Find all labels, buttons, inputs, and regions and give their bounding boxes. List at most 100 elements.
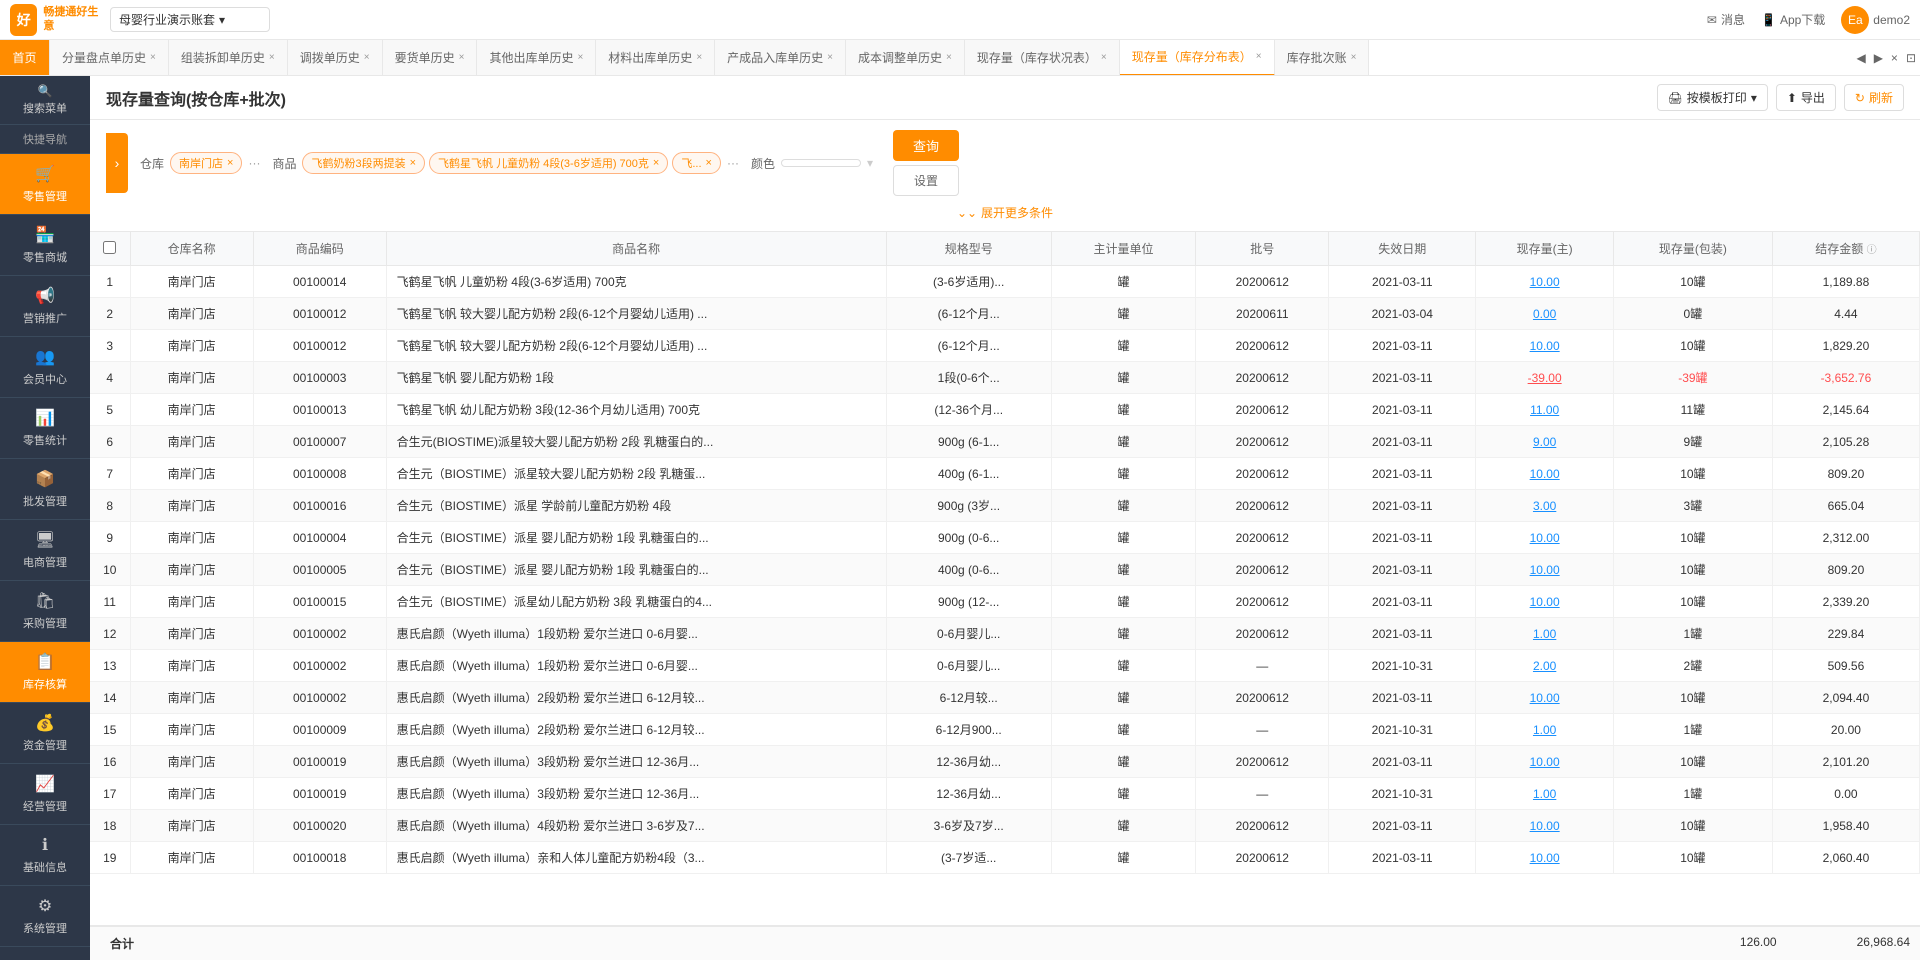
cell-qty-main[interactable]: -39.00 xyxy=(1476,362,1614,394)
qty-main-link[interactable]: -39.00 xyxy=(1528,371,1562,385)
close-icon[interactable]: × xyxy=(1256,51,1262,62)
qty-main-link[interactable]: 1.00 xyxy=(1533,787,1556,801)
cell-qty-main[interactable]: 3.00 xyxy=(1476,490,1614,522)
cell-qty-main[interactable]: 10.00 xyxy=(1476,522,1614,554)
tab-xiancun1[interactable]: 现存量（库存状况表）× xyxy=(965,40,1120,76)
sidebar-item-inventory[interactable]: 📋 库存核算 xyxy=(0,642,90,703)
sidebar-item-basic[interactable]: ℹ 基础信息 xyxy=(0,825,90,886)
product-more-icon[interactable]: ··· xyxy=(727,156,739,170)
qty-main-link[interactable]: 3.00 xyxy=(1533,499,1556,513)
cell-qty-main[interactable]: 10.00 xyxy=(1476,842,1614,874)
cell-qty-main[interactable]: 10.00 xyxy=(1476,810,1614,842)
product-tag-2[interactable]: 飞鹤星飞帆 儿童奶粉 4段(3-6岁适用) 700克 × xyxy=(429,152,668,174)
tab-close-all-btn[interactable]: × xyxy=(1887,51,1902,65)
tab-menu-btn[interactable]: ⊡ xyxy=(1902,51,1920,65)
product-tag-1[interactable]: 飞鹤奶粉3段两提装 × xyxy=(302,152,425,174)
amount-info-icon[interactable]: ⓘ xyxy=(1867,245,1877,256)
cell-qty-main[interactable]: 10.00 xyxy=(1476,554,1614,586)
qty-main-link[interactable]: 10.00 xyxy=(1530,819,1560,833)
sidebar-item-retail-stats[interactable]: 📊 零售统计 xyxy=(0,398,90,459)
sidebar-item-retail-mgmt[interactable]: 🛒 零售管理 xyxy=(0,154,90,215)
qty-main-link[interactable]: 10.00 xyxy=(1530,691,1560,705)
sidebar-item-marketing[interactable]: 📢 营销推广 xyxy=(0,276,90,337)
cell-qty-main[interactable]: 10.00 xyxy=(1476,682,1614,714)
cell-qty-main[interactable]: 0.00 xyxy=(1476,298,1614,330)
warehouse-more-icon[interactable]: ··· xyxy=(248,156,260,170)
qty-main-link[interactable]: 0.00 xyxy=(1533,307,1556,321)
tab-yaohuo[interactable]: 要货单历史 × xyxy=(383,40,478,76)
cell-qty-main[interactable]: 1.00 xyxy=(1476,714,1614,746)
close-icon[interactable]: × xyxy=(1351,52,1357,63)
qty-main-link[interactable]: 11.00 xyxy=(1530,403,1559,417)
cell-qty-main[interactable]: 1.00 xyxy=(1476,778,1614,810)
qty-main-link[interactable]: 9.00 xyxy=(1533,435,1556,449)
product-close-icon-1[interactable]: × xyxy=(410,157,416,169)
tab-prev-btn[interactable]: ◀ xyxy=(1852,51,1869,65)
template-print-btn[interactable]: 🖨 按模板打印 ▾ xyxy=(1657,84,1768,111)
cell-qty-main[interactable]: 9.00 xyxy=(1476,426,1614,458)
cell-qty-main[interactable]: 2.00 xyxy=(1476,650,1614,682)
tab-chanru[interactable]: 产成品入库单历史 × xyxy=(715,40,846,76)
cell-qty-main[interactable]: 10.00 xyxy=(1476,266,1614,298)
qty-main-link[interactable]: 10.00 xyxy=(1530,851,1560,865)
sidebar-item-operation[interactable]: 📈 经营管理 xyxy=(0,764,90,825)
product-tag-3[interactable]: 飞... × xyxy=(672,152,721,174)
select-all-checkbox[interactable] xyxy=(103,241,116,254)
qty-main-link[interactable]: 10.00 xyxy=(1530,595,1560,609)
sidebar-item-ecommerce[interactable]: 🖥 电商管理 xyxy=(0,520,90,581)
tab-next-btn[interactable]: ▶ xyxy=(1870,51,1887,65)
cell-qty-main[interactable]: 10.00 xyxy=(1476,746,1614,778)
close-icon[interactable]: × xyxy=(150,52,156,63)
sidebar-item-member[interactable]: 👥 会员中心 xyxy=(0,337,90,398)
tab-pici[interactable]: 库存批次账 × xyxy=(1275,40,1370,76)
tab-chengben[interactable]: 成本调整单历史 × xyxy=(846,40,965,76)
sidebar-item-collab[interactable]: 🤝 企业协同 xyxy=(0,947,90,960)
tab-fenliang[interactable]: 分量盘点单历史 × xyxy=(50,40,169,76)
product-close-icon-2[interactable]: × xyxy=(653,157,659,169)
qty-main-link[interactable]: 10.00 xyxy=(1530,339,1560,353)
tab-qitachu[interactable]: 其他出库单历史 × xyxy=(477,40,596,76)
tab-home[interactable]: 首页 xyxy=(0,40,50,76)
qty-main-link[interactable]: 1.00 xyxy=(1533,723,1556,737)
sidebar-quick-nav[interactable]: 快捷导航 xyxy=(0,125,90,154)
product-close-icon-3[interactable]: × xyxy=(706,157,712,169)
close-icon[interactable]: × xyxy=(269,52,275,63)
cell-qty-main[interactable]: 1.00 xyxy=(1476,618,1614,650)
cell-qty-main[interactable]: 10.00 xyxy=(1476,586,1614,618)
cell-qty-main[interactable]: 11.00 xyxy=(1476,394,1614,426)
sidebar-item-system[interactable]: ⚙ 系统管理 xyxy=(0,886,90,947)
sidebar-item-wholesale[interactable]: 📦 批发管理 xyxy=(0,459,90,520)
sidebar-item-purchase[interactable]: 🛍 采购管理 xyxy=(0,581,90,642)
query-btn[interactable]: 查询 xyxy=(893,130,959,161)
tab-cailiaochu[interactable]: 材料出库单历史 × xyxy=(596,40,715,76)
setting-btn[interactable]: 设置 xyxy=(893,165,959,196)
org-selector[interactable]: 母婴行业演示账套 ▾ xyxy=(110,7,270,32)
close-icon[interactable]: × xyxy=(577,52,583,63)
tab-xiancun2[interactable]: 现存量（库存分布表）× xyxy=(1120,40,1275,76)
close-icon[interactable]: × xyxy=(459,52,465,63)
export-btn[interactable]: ⬆ 导出 xyxy=(1776,84,1836,111)
qty-main-link[interactable]: 10.00 xyxy=(1530,531,1560,545)
cell-qty-main[interactable]: 10.00 xyxy=(1476,330,1614,362)
table-wrapper[interactable]: 仓库名称 商品编码 商品名称 规格型号 主计量单位 批号 失效日期 现存量(主)… xyxy=(90,232,1920,925)
close-icon[interactable]: × xyxy=(364,52,370,63)
warehouse-close-icon[interactable]: × xyxy=(227,157,233,169)
color-select[interactable] xyxy=(781,159,861,167)
sidebar-item-finance[interactable]: 💰 资金管理 xyxy=(0,703,90,764)
close-icon[interactable]: × xyxy=(696,52,702,63)
close-icon[interactable]: × xyxy=(1101,52,1107,63)
sidebar-item-retail-shop[interactable]: 🏪 零售商城 xyxy=(0,215,90,276)
qty-main-link[interactable]: 10.00 xyxy=(1530,755,1560,769)
close-icon[interactable]: × xyxy=(827,52,833,63)
expand-more-btn[interactable]: ⌄⌄ 展开更多条件 xyxy=(957,204,1053,221)
qty-main-link[interactable]: 10.00 xyxy=(1530,275,1560,289)
close-icon[interactable]: × xyxy=(946,52,952,63)
tab-zuzhuang[interactable]: 组装拆卸单历史 × xyxy=(169,40,288,76)
refresh-btn[interactable]: ↻ 刷新 xyxy=(1844,84,1904,111)
expand-sidebar-btn[interactable]: › xyxy=(106,133,128,193)
qty-main-link[interactable]: 1.00 xyxy=(1533,627,1556,641)
tab-diaob[interactable]: 调拨单历史 × xyxy=(288,40,383,76)
qty-main-link[interactable]: 10.00 xyxy=(1530,467,1560,481)
cell-qty-main[interactable]: 10.00 xyxy=(1476,458,1614,490)
message-btn[interactable]: ✉ 消息 xyxy=(1707,11,1745,28)
